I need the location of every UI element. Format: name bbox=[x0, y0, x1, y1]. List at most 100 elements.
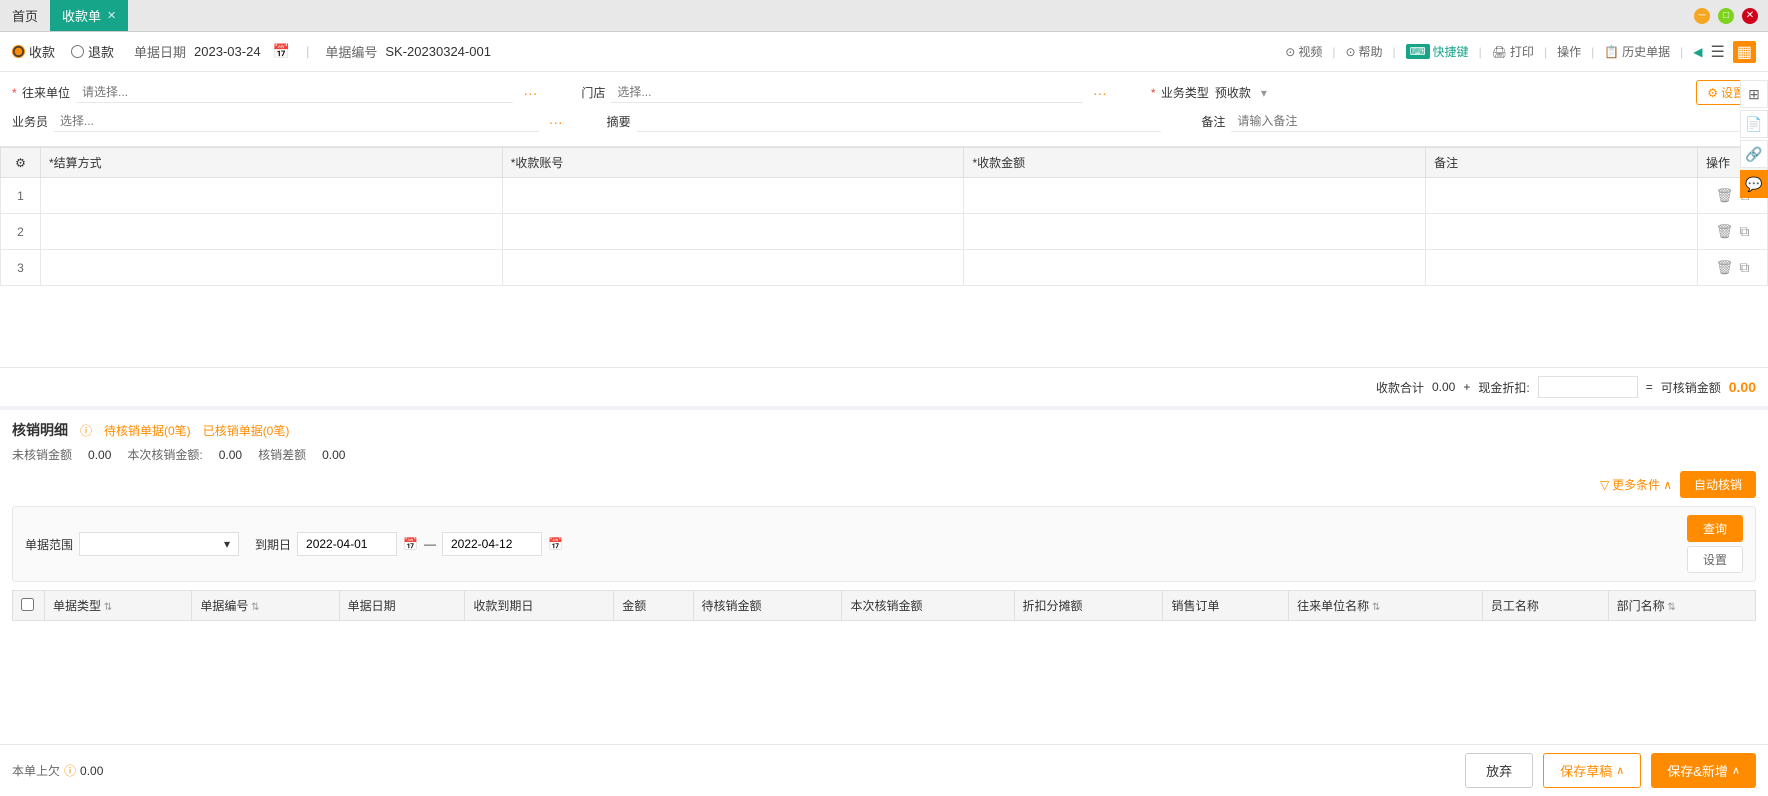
net-label: 可核销金额 bbox=[1661, 379, 1721, 396]
doc-date-col-header: 单据日期 bbox=[339, 591, 465, 621]
row3-delete-icon[interactable]: 🗑 bbox=[1716, 259, 1734, 276]
save-draft-button[interactable]: 保存草稿 ∧ bbox=[1543, 753, 1641, 788]
abandon-button[interactable]: 放弃 bbox=[1465, 753, 1533, 788]
sep4: | bbox=[1544, 45, 1547, 59]
table-row: 3 🗑 ⧉ bbox=[1, 250, 1768, 286]
this-order-info-icon[interactable]: ⓘ bbox=[64, 762, 76, 779]
print-action[interactable]: 🖨 打印 bbox=[1492, 43, 1534, 60]
row2-delete-icon[interactable]: 🗑 bbox=[1716, 223, 1734, 240]
this-time-label: 本次核销金额: bbox=[127, 446, 202, 463]
date-to-input[interactable] bbox=[442, 532, 542, 556]
sidebar-link-icon[interactable]: 🔗 bbox=[1740, 140, 1768, 168]
due-date-filter: 到期日 📅 — 📅 bbox=[255, 532, 563, 556]
toolbar-actions: ⊙ 视频 | ⊙ 帮助 | ⌨ 快捷键 | 🖨 打印 | 操作 | bbox=[1285, 41, 1756, 63]
row1-account[interactable] bbox=[502, 178, 964, 214]
view-prev[interactable]: ◀ bbox=[1693, 45, 1702, 59]
staff-name-col-header: 员工名称 bbox=[1482, 591, 1608, 621]
tab-close-icon[interactable]: ✕ bbox=[107, 9, 116, 22]
staff-more-btn[interactable]: ··· bbox=[545, 114, 567, 130]
table-row: 1 🗑 ⧉ bbox=[1, 178, 1768, 214]
tab-receipt[interactable]: 收款单 ✕ bbox=[50, 0, 128, 31]
tab-home[interactable]: 首页 bbox=[0, 0, 50, 31]
calendar-from-icon[interactable]: 📅 bbox=[403, 537, 418, 551]
date-from-input[interactable] bbox=[297, 532, 397, 556]
print-label: 打印 bbox=[1510, 43, 1534, 60]
row2-settle[interactable] bbox=[41, 214, 503, 250]
date-range-separator: — bbox=[424, 537, 436, 551]
sidebar-chat-icon[interactable]: 💬 bbox=[1740, 170, 1768, 198]
verify-tab-done[interactable]: 已核销单据(0笔) bbox=[203, 422, 290, 439]
more-conditions-btn[interactable]: ▽ 更多条件 ∧ bbox=[1600, 476, 1672, 493]
row2-remark[interactable] bbox=[1426, 214, 1698, 250]
receipt-radio-input[interactable] bbox=[12, 45, 25, 58]
row1-settle[interactable] bbox=[41, 178, 503, 214]
save-new-button[interactable]: 保存&新增 ∧ bbox=[1651, 753, 1756, 788]
video-action[interactable]: ⊙ 视频 bbox=[1285, 43, 1322, 60]
close-button[interactable]: ✕ bbox=[1742, 8, 1758, 24]
refund-radio[interactable]: 退款 bbox=[71, 42, 114, 61]
dept-name-col-header[interactable]: 部门名称 bbox=[1608, 591, 1755, 621]
row1-delete-icon[interactable]: 🗑 bbox=[1716, 187, 1734, 204]
plus-sign: + bbox=[1463, 380, 1470, 394]
row3-amount[interactable] bbox=[964, 250, 1426, 286]
counterpart-more-btn[interactable]: ··· bbox=[519, 85, 541, 101]
row3-settle[interactable] bbox=[41, 250, 503, 286]
receipt-radio[interactable]: 收款 bbox=[12, 42, 55, 61]
doc-no-col-header[interactable]: 单据编号 bbox=[192, 591, 339, 621]
summary-row: 收款合计 0.00 + 现金折扣: = 可核销金额 0.00 bbox=[0, 367, 1768, 406]
doc-no-label: 单据编号 bbox=[325, 42, 377, 61]
calendar-to-icon[interactable]: 📅 bbox=[548, 537, 563, 551]
save-new-arrow-icon: ∧ bbox=[1732, 764, 1740, 777]
grid-icon: ▦ bbox=[1733, 41, 1756, 63]
summary-input[interactable] bbox=[637, 111, 1162, 132]
row1-amount[interactable] bbox=[964, 178, 1426, 214]
row2-amount[interactable] bbox=[964, 214, 1426, 250]
print-icon: 🖨 bbox=[1492, 45, 1507, 59]
verify-header-row: 单据类型 单据编号 单据日期 收款到期日 金额 待核销金额 本次核销金额 折扣分… bbox=[13, 591, 1756, 621]
staff-input[interactable] bbox=[54, 111, 539, 132]
counterpart-name-col-header[interactable]: 往来单位名称 bbox=[1289, 591, 1483, 621]
history-label: 历史单据 bbox=[1622, 43, 1670, 60]
maximize-button[interactable]: □ bbox=[1718, 8, 1734, 24]
list-icon: ☰ bbox=[1711, 42, 1725, 62]
verify-tab-pending[interactable]: 待核销单据(0笔) bbox=[104, 422, 191, 439]
gear-col-header[interactable]: ⚙ bbox=[1, 148, 41, 178]
calendar-icon[interactable]: 📅 bbox=[273, 43, 290, 60]
row2-account[interactable] bbox=[502, 214, 964, 250]
save-draft-label: 保存草稿 bbox=[1560, 761, 1612, 780]
row3-account[interactable] bbox=[502, 250, 964, 286]
doc-type-col-header[interactable]: 单据类型 bbox=[45, 591, 192, 621]
view-list[interactable]: ☰ bbox=[1711, 42, 1725, 62]
discount-input[interactable] bbox=[1538, 376, 1638, 398]
row2-copy-icon[interactable]: ⧉ bbox=[1739, 223, 1749, 240]
row1-remark[interactable] bbox=[1426, 178, 1698, 214]
shortcut-action[interactable]: ⌨ 快捷键 bbox=[1406, 43, 1469, 60]
select-all-checkbox[interactable] bbox=[21, 598, 34, 611]
remark-input[interactable] bbox=[1231, 111, 1756, 132]
auto-verify-button[interactable]: 自动核销 bbox=[1680, 471, 1756, 498]
help-action[interactable]: ⊙ 帮助 bbox=[1345, 43, 1382, 60]
refund-radio-input[interactable] bbox=[71, 45, 84, 58]
store-more-btn[interactable]: ··· bbox=[1089, 85, 1111, 101]
biz-type-arrow-icon[interactable]: ▾ bbox=[1261, 86, 1267, 100]
row3-copy-icon[interactable]: ⧉ bbox=[1739, 259, 1749, 276]
history-action[interactable]: 📋 历史单据 bbox=[1604, 43, 1670, 60]
range-select[interactable]: ▾ bbox=[79, 532, 239, 556]
row3-action-group: 🗑 ⧉ bbox=[1706, 259, 1759, 276]
this-order-value: 0.00 bbox=[80, 764, 103, 778]
row3-remark[interactable] bbox=[1426, 250, 1698, 286]
net-value: 0.00 bbox=[1729, 379, 1756, 395]
verify-info-icon[interactable]: ⓘ bbox=[80, 422, 92, 439]
filter-settings-button[interactable]: 设置 bbox=[1687, 546, 1743, 573]
shortcut-icon: ⌨ bbox=[1406, 44, 1430, 59]
store-input[interactable] bbox=[611, 82, 1082, 103]
view-grid[interactable]: ▦ bbox=[1733, 41, 1756, 63]
verify-table: 单据类型 单据编号 单据日期 收款到期日 金额 待核销金额 本次核销金额 折扣分… bbox=[12, 590, 1756, 621]
query-button[interactable]: 查询 bbox=[1687, 515, 1743, 542]
operations-action[interactable]: 操作 bbox=[1557, 43, 1581, 60]
filter-row: 单据范围 ▾ 到期日 📅 — 📅 查询 设置 bbox=[12, 506, 1756, 582]
sidebar-document-icon[interactable]: 📄 bbox=[1740, 110, 1768, 138]
counterpart-input[interactable] bbox=[76, 82, 513, 103]
minimize-button[interactable]: ─ bbox=[1694, 8, 1710, 24]
sidebar-table-icon[interactable]: ⊞ bbox=[1740, 80, 1768, 108]
